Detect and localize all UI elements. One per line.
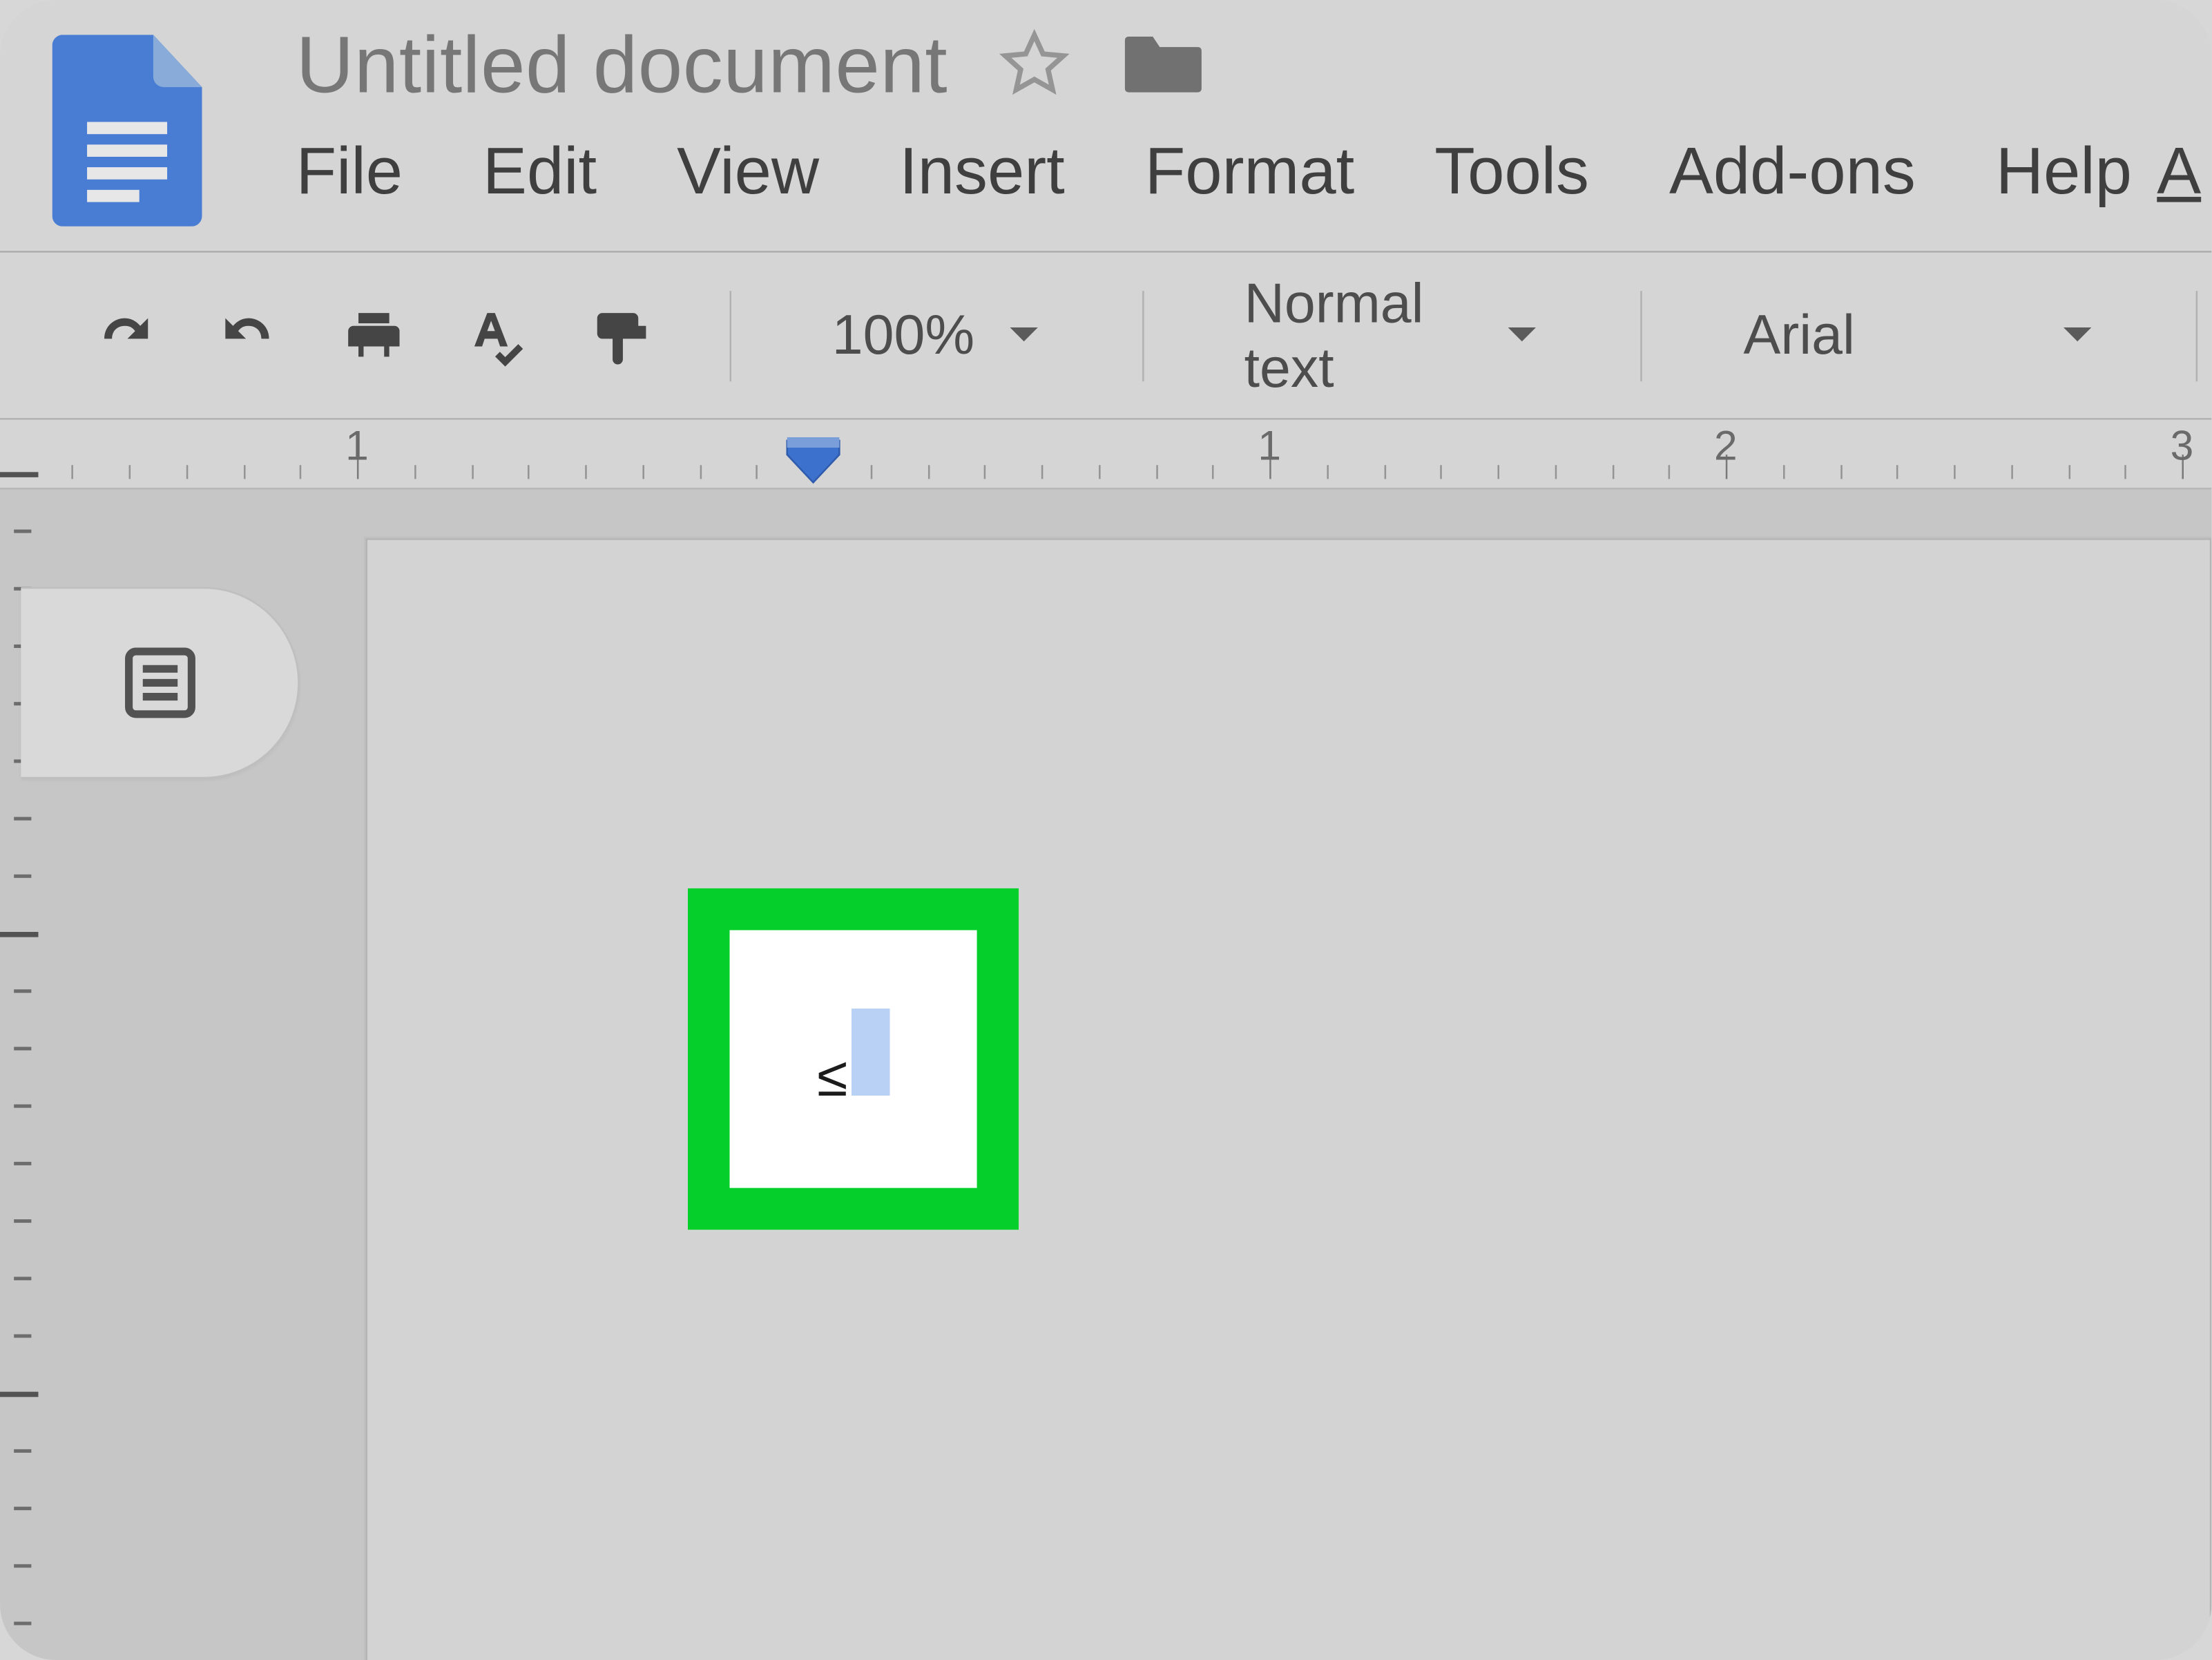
outline-toggle-button[interactable] xyxy=(21,587,299,779)
paragraph-style-value: Normal text xyxy=(1244,271,1474,400)
menu-help[interactable]: Help xyxy=(1996,136,2132,211)
menu-truncated[interactable]: A xyxy=(2157,136,2201,211)
ruler-number: 3 xyxy=(2171,423,2194,473)
document-title[interactable]: Untitled document xyxy=(296,17,948,111)
document-page[interactable] xyxy=(366,538,2212,1660)
menu-bar: File Edit View Insert Format Tools Add-o… xyxy=(296,136,2132,211)
redo-icon[interactable] xyxy=(218,298,280,372)
paint-format-icon[interactable] xyxy=(591,298,653,372)
menu-view[interactable]: View xyxy=(677,136,819,211)
horizontal-ruler[interactable]: 1 1 2 3 xyxy=(0,420,2211,490)
ruler-number: 1 xyxy=(345,423,369,473)
highlight-callout: ≤ xyxy=(688,888,1019,1230)
document-selected-text[interactable]: ≤ xyxy=(817,1045,847,1109)
font-dropdown[interactable]: Arial xyxy=(1719,287,2119,384)
star-outline-icon[interactable] xyxy=(997,26,1073,103)
zoom-dropdown[interactable]: 100% xyxy=(807,287,1065,384)
menu-edit[interactable]: Edit xyxy=(483,136,597,211)
chevron-down-icon xyxy=(1505,323,1539,347)
menu-file[interactable]: File xyxy=(296,136,403,211)
header-bar: Untitled document File Edit View Insert … xyxy=(0,0,2211,253)
chevron-down-icon xyxy=(2060,323,2095,347)
toolbar-separator xyxy=(2196,290,2197,381)
ruler-number: 2 xyxy=(1714,423,1738,473)
toolbar-separator xyxy=(1641,290,1642,381)
font-value: Arial xyxy=(1744,303,1855,368)
print-icon[interactable] xyxy=(343,298,404,372)
move-folder-icon[interactable] xyxy=(1122,30,1205,99)
menu-insert[interactable]: Insert xyxy=(899,136,1065,211)
menu-addons[interactable]: Add-ons xyxy=(1669,136,1916,211)
menu-tools[interactable]: Tools xyxy=(1434,136,1589,211)
indent-marker-icon[interactable] xyxy=(784,437,843,486)
spellcheck-icon[interactable] xyxy=(467,298,528,372)
undo-icon[interactable] xyxy=(94,298,155,372)
paragraph-style-dropdown[interactable]: Normal text xyxy=(1220,287,1564,384)
toolbar-separator xyxy=(1142,290,1143,381)
ruler-number: 1 xyxy=(1258,423,1281,473)
chevron-down-icon xyxy=(1006,323,1041,347)
toolbar-separator xyxy=(729,290,731,381)
text-selection-highlight xyxy=(851,1009,889,1096)
work-area: 1 1 2 3 xyxy=(0,420,2211,1660)
toolbar: 100% Normal text Arial xyxy=(0,253,2211,420)
docs-logo-icon[interactable] xyxy=(52,35,202,226)
zoom-value: 100% xyxy=(832,303,974,368)
menu-format[interactable]: Format xyxy=(1145,136,1354,211)
